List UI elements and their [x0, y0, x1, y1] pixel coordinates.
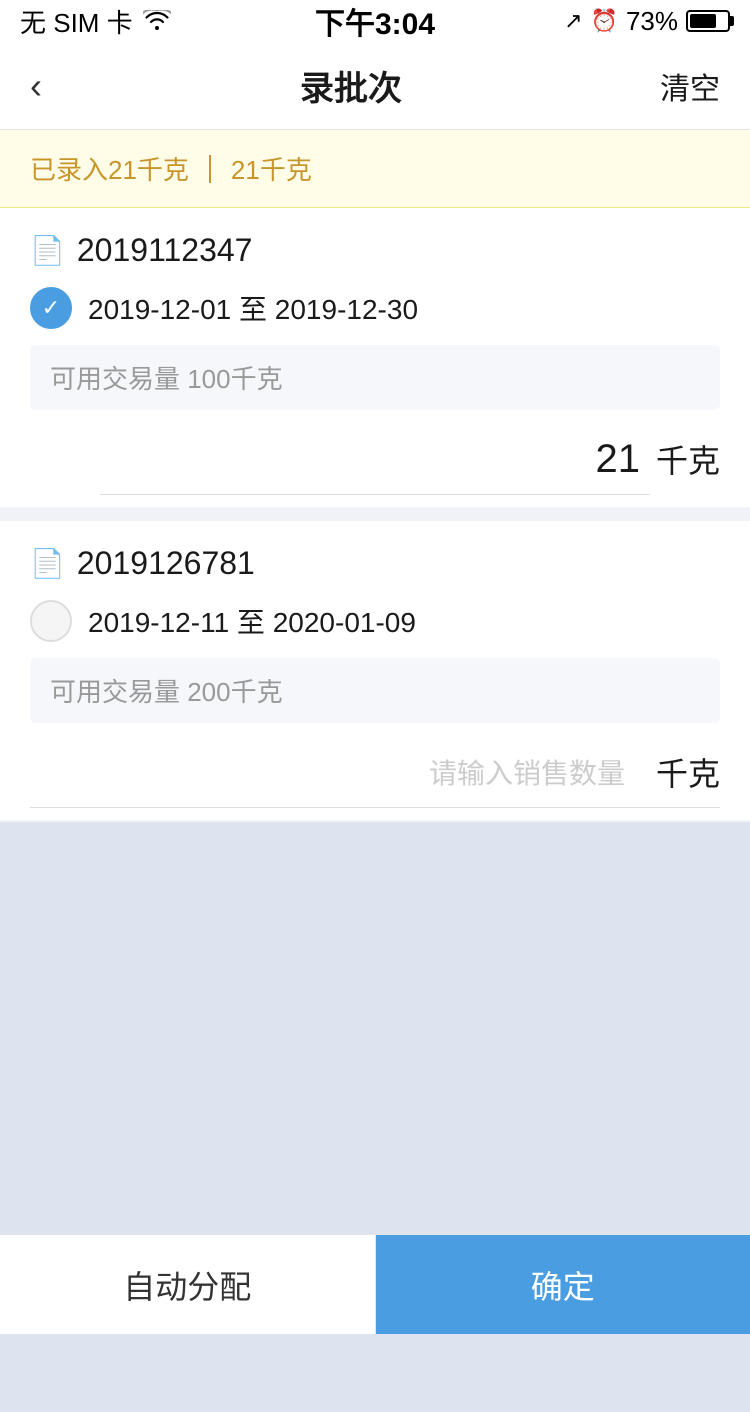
battery-percent: 73%	[626, 6, 678, 37]
alarm-icon: ⏰	[591, 8, 618, 34]
confirm-button[interactable]: 确定	[376, 1235, 750, 1334]
battery-icon	[686, 10, 730, 32]
quantity-row-1: 21 千克	[0, 426, 750, 482]
carrier-text: 无 SIM 卡	[20, 3, 133, 40]
battery-tip	[730, 16, 734, 26]
info-banner: 已录入21千克 21千克	[0, 130, 750, 208]
checkmark-icon-1: ✓	[42, 297, 60, 319]
batch-id-icon-2: 📄	[30, 547, 65, 580]
page-title: 录批次	[300, 61, 402, 110]
batch-date-2: 2019-12-11 至 2020-01-09	[88, 601, 416, 641]
quantity-unit-1: 千克	[656, 436, 720, 482]
status-time: 下午3:04	[315, 0, 435, 43]
available-text-2: 可用交易量 200千克	[50, 677, 283, 707]
batch-id-1: 2019112347	[77, 232, 253, 269]
card-separator	[0, 509, 750, 521]
batch-row-1[interactable]: ✓ 2019-12-01 至 2019-12-30	[0, 279, 750, 339]
batch-id-2: 2019126781	[77, 545, 255, 582]
auto-distribute-button[interactable]: 自动分配	[0, 1235, 376, 1334]
batch-header-1: 📄 2019112347	[0, 208, 750, 279]
batch-header-2: 📄 2019126781	[0, 521, 750, 592]
input-row-2[interactable]: 千克	[0, 739, 750, 795]
bottom-bar: 自动分配 确定	[0, 1234, 750, 1334]
available-text-1: 可用交易量 100千克	[50, 364, 283, 394]
divider-1	[100, 494, 650, 495]
batch-card-1: 📄 2019112347 ✓ 2019-12-01 至 2019-12-30 可…	[0, 208, 750, 507]
page-content: 📄 2019112347 ✓ 2019-12-01 至 2019-12-30 可…	[0, 208, 750, 1412]
status-left: 无 SIM 卡	[20, 3, 171, 40]
batch-date-1: 2019-12-01 至 2019-12-30	[88, 288, 418, 328]
back-button[interactable]: ‹	[30, 65, 42, 107]
input-unit-2: 千克	[656, 749, 720, 795]
battery-fill	[690, 14, 716, 28]
batch-row-2[interactable]: 2019-12-11 至 2020-01-09	[0, 592, 750, 652]
radio-button-1[interactable]: ✓	[30, 287, 72, 329]
available-row-2: 可用交易量 200千克	[30, 658, 720, 723]
recorded-value: 21千克	[231, 150, 312, 187]
batch-id-icon-1: 📄	[30, 234, 65, 267]
wifi-icon	[143, 6, 171, 37]
recorded-label: 已录入21千克	[30, 150, 189, 187]
available-row-1: 可用交易量 100千克	[30, 345, 720, 410]
clear-button[interactable]: 清空	[660, 64, 720, 108]
status-right: ↗ ⏰ 73%	[564, 6, 730, 37]
status-bar: 无 SIM 卡 下午3:04 ↗ ⏰ 73%	[0, 0, 750, 42]
location-icon: ↗	[564, 8, 582, 34]
radio-button-2[interactable]	[30, 600, 72, 642]
nav-bar: ‹ 录批次 清空	[0, 42, 750, 130]
divider-2	[30, 807, 720, 808]
quantity-value-1: 21	[595, 437, 640, 482]
quantity-input-2[interactable]	[340, 753, 640, 792]
info-divider	[209, 155, 211, 183]
batch-card-2: 📄 2019126781 2019-12-11 至 2020-01-09 可用交…	[0, 521, 750, 820]
